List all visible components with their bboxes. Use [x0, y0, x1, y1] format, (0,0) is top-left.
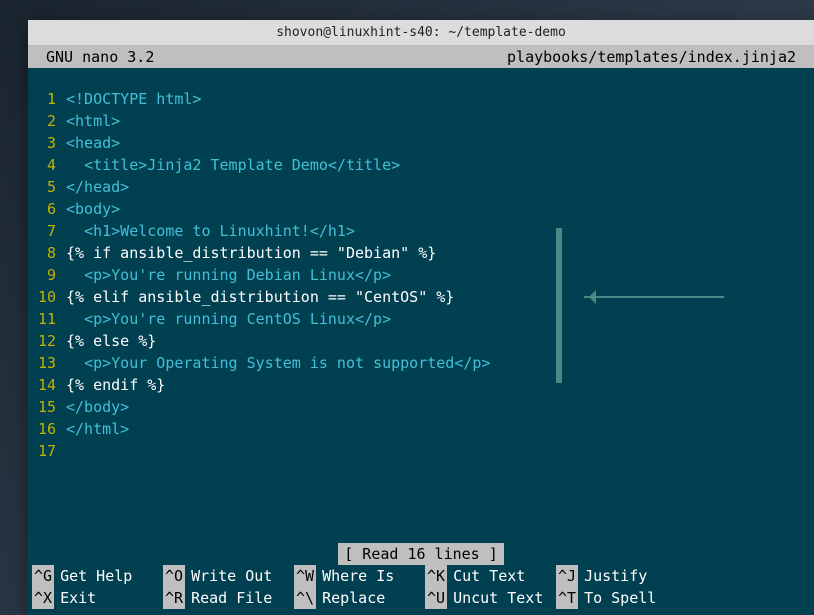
line-number: 3 [28, 132, 56, 154]
terminal-window: shovon@linuxhint-s40: ~/template-demo GN… [28, 20, 814, 615]
nano-status-text: [ Read 16 lines ] [338, 543, 504, 565]
annotation-arrow-icon [584, 296, 724, 298]
nano-shortcut-bar: ^G Get Help ^O Write Out ^W Where Is ^K Cut Tex… [28, 565, 814, 615]
line-number: 15 [28, 396, 56, 418]
code-line[interactable]: <head> [66, 132, 814, 154]
code-line[interactable]: {% else %} [66, 330, 814, 352]
code-line[interactable]: <p>Your Operating System is not supporte… [66, 352, 814, 374]
line-number: 1 [28, 88, 56, 110]
shortcut-key: ^J [556, 565, 578, 587]
code-content[interactable]: <!DOCTYPE html><html><head> <title>Jinja… [60, 88, 814, 543]
line-number: 11 [28, 308, 56, 330]
annotation-bracket [556, 228, 562, 383]
nano-status-line: [ Read 16 lines ] [28, 543, 814, 565]
code-line[interactable]: {% endif %} [66, 374, 814, 396]
shortcut-item[interactable]: ^X Exit [28, 587, 159, 609]
line-number: 14 [28, 374, 56, 396]
shortcut-label: Write Out [191, 565, 272, 587]
shortcut-key: ^O [163, 565, 185, 587]
code-line[interactable]: <p>You're running Debian Linux</p> [66, 264, 814, 286]
code-line[interactable]: </head> [66, 176, 814, 198]
line-number: 5 [28, 176, 56, 198]
code-line[interactable]: </html> [66, 418, 814, 440]
shortcut-key: ^T [556, 587, 578, 609]
line-number-gutter: 1234567891011121314151617 [28, 88, 60, 543]
shortcut-key: ^U [425, 587, 447, 609]
editor-area[interactable]: 1234567891011121314151617 <!DOCTYPE html… [28, 68, 814, 543]
nano-file-path: playbooks/templates/index.jinja2 [507, 48, 796, 66]
nano-app-name: GNU nano 3.2 [46, 48, 154, 66]
line-number: 16 [28, 418, 56, 440]
line-number: 8 [28, 242, 56, 264]
code-line[interactable]: <title>Jinja2 Template Demo</title> [66, 154, 814, 176]
line-number: 9 [28, 264, 56, 286]
shortcut-label: Uncut Text [453, 587, 543, 609]
code-line[interactable]: </body> [66, 396, 814, 418]
shortcut-key: ^G [32, 565, 54, 587]
shortcut-item[interactable]: ^U Uncut Text [421, 587, 552, 609]
code-line[interactable]: <body> [66, 198, 814, 220]
code-line[interactable]: <!DOCTYPE html> [66, 88, 814, 110]
shortcut-item[interactable]: ^W Where Is [290, 565, 421, 587]
window-titlebar[interactable]: shovon@linuxhint-s40: ~/template-demo [28, 20, 814, 46]
shortcut-label: Exit [60, 587, 96, 609]
shortcut-key: ^W [294, 565, 316, 587]
shortcut-label: Replace [322, 587, 385, 609]
code-line[interactable]: <p>You're running CentOS Linux</p> [66, 308, 814, 330]
line-number: 12 [28, 330, 56, 352]
line-number: 6 [28, 198, 56, 220]
shortcut-item[interactable]: ^R Read File [159, 587, 290, 609]
window-title: shovon@linuxhint-s40: ~/template-demo [276, 25, 566, 40]
line-number: 7 [28, 220, 56, 242]
line-number: 2 [28, 110, 56, 132]
shortcut-item[interactable]: ^O Write Out [159, 565, 290, 587]
code-line[interactable]: <h1>Welcome to Linuxhint!</h1> [66, 220, 814, 242]
code-line[interactable]: {% if ansible_distribution == "Debian" %… [66, 242, 814, 264]
line-number: 13 [28, 352, 56, 374]
shortcut-item[interactable]: ^G Get Help [28, 565, 159, 587]
shortcut-key: ^K [425, 565, 447, 587]
shortcut-label: To Spell [584, 587, 656, 609]
shortcut-label: Where Is [322, 565, 394, 587]
code-line[interactable]: <html> [66, 110, 814, 132]
line-number: 10 [28, 286, 56, 308]
line-number: 4 [28, 154, 56, 176]
shortcut-item[interactable]: ^T To Spell [552, 587, 683, 609]
shortcut-item[interactable]: ^J Justify [552, 565, 683, 587]
code-line[interactable] [66, 440, 814, 462]
shortcut-item[interactable]: ^K Cut Text [421, 565, 552, 587]
shortcut-item[interactable]: ^\ Replace [290, 587, 421, 609]
shortcut-key: ^X [32, 587, 54, 609]
shortcut-label: Get Help [60, 565, 132, 587]
shortcut-label: Cut Text [453, 565, 525, 587]
line-number: 17 [28, 440, 56, 462]
nano-header-bar: GNU nano 3.2 playbooks/templates/index.j… [28, 46, 814, 68]
shortcut-key: ^R [163, 587, 185, 609]
shortcut-key: ^\ [294, 587, 316, 609]
shortcut-label: Justify [584, 565, 647, 587]
shortcut-label: Read File [191, 587, 272, 609]
